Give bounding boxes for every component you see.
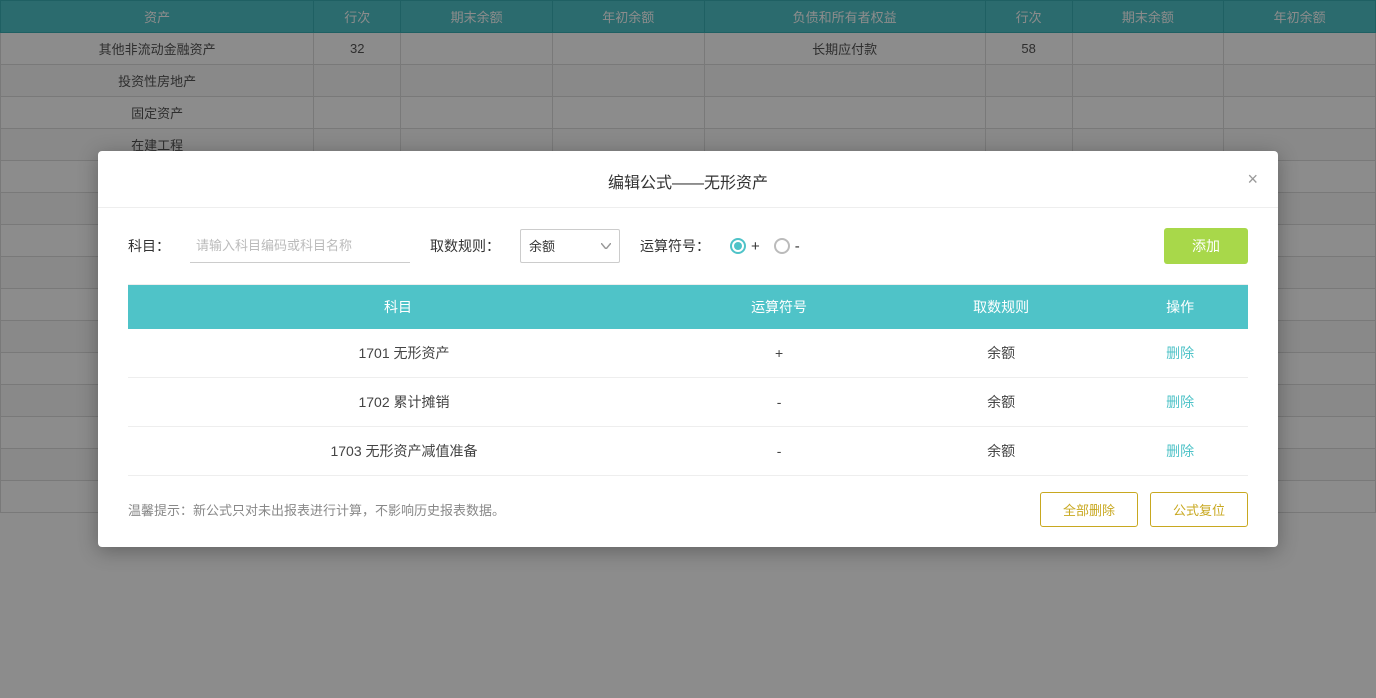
modal-title: 编辑公式——无形资产 — [608, 169, 768, 193]
modal-header: 编辑公式——无形资产 × — [98, 151, 1278, 208]
modal-dialog: 编辑公式——无形资产 × 科目： 取数规则： 余额借方贷方借方发生额贷方发生额 … — [98, 151, 1278, 547]
cell-rule: 余额 — [890, 427, 1112, 476]
formula-table: 科目运算符号取数规则操作 1701 无形资产+余额删除1702 累计摊销-余额删… — [128, 285, 1248, 476]
form-row: 科目： 取数规则： 余额借方贷方借方发生额贷方发生额 运算符号： + - 添加 — [98, 208, 1278, 284]
modal-footer: 温馨提示：新公式只对未出报表进行计算，不影响历史报表数据。 全部删除 公式复位 — [98, 476, 1278, 547]
cell-operator: + — [668, 329, 890, 378]
operator-radio-group: + - — [730, 238, 800, 255]
cell-subject: 1701 无形资产 — [128, 329, 668, 378]
footer-tip: 温馨提示：新公式只对未出报表进行计算，不影响历史报表数据。 — [128, 500, 505, 519]
cell-action: 删除 — [1112, 329, 1248, 378]
operator-minus-option[interactable]: - — [774, 238, 800, 255]
subject-input[interactable] — [190, 229, 410, 263]
add-button[interactable]: 添加 — [1164, 228, 1248, 264]
cell-action: 删除 — [1112, 378, 1248, 427]
cell-rule: 余额 — [890, 329, 1112, 378]
table-row: 1702 累计摊销-余额 删除 — [128, 378, 1248, 427]
table-col-header: 运算符号 — [668, 285, 890, 329]
data-table-wrap: 科目运算符号取数规则操作 1701 无形资产+余额删除1702 累计摊销-余额删… — [98, 285, 1278, 476]
operator-plus-radio[interactable] — [730, 238, 746, 254]
table-row: 1701 无形资产+余额 删除 — [128, 329, 1248, 378]
operator-label: 运算符号： — [640, 236, 710, 256]
operator-minus-label: - — [795, 238, 800, 255]
table-row: 1703 无形资产减值准备-余额 删除 — [128, 427, 1248, 476]
cell-rule: 余额 — [890, 378, 1112, 427]
cell-subject: 1702 累计摊销 — [128, 378, 668, 427]
rule-label: 取数规则： — [430, 236, 500, 256]
delete-row-button[interactable]: 删除 — [1166, 441, 1194, 461]
table-body: 1701 无形资产+余额删除1702 累计摊销-余额删除1703 无形资产减值准… — [128, 329, 1248, 476]
operator-plus-label: + — [751, 238, 760, 255]
rule-select-wrap: 余额借方贷方借方发生额贷方发生额 — [520, 229, 620, 263]
table-col-header: 科目 — [128, 285, 668, 329]
cell-subject: 1703 无形资产减值准备 — [128, 427, 668, 476]
cell-operator: - — [668, 427, 890, 476]
cell-action: 删除 — [1112, 427, 1248, 476]
operator-minus-radio[interactable] — [774, 238, 790, 254]
table-header-row: 科目运算符号取数规则操作 — [128, 285, 1248, 329]
reset-formula-button[interactable]: 公式复位 — [1150, 492, 1248, 527]
cell-operator: - — [668, 378, 890, 427]
rule-select[interactable]: 余额借方贷方借方发生额贷方发生额 — [520, 229, 620, 263]
delete-all-button[interactable]: 全部删除 — [1040, 492, 1138, 527]
table-col-header: 取数规则 — [890, 285, 1112, 329]
close-button[interactable]: × — [1247, 170, 1258, 188]
delete-row-button[interactable]: 删除 — [1166, 343, 1194, 363]
table-col-header: 操作 — [1112, 285, 1248, 329]
subject-label: 科目： — [128, 236, 170, 256]
delete-row-button[interactable]: 删除 — [1166, 392, 1194, 412]
operator-plus-option[interactable]: + — [730, 238, 760, 255]
modal-overlay: 编辑公式——无形资产 × 科目： 取数规则： 余额借方贷方借方发生额贷方发生额 … — [0, 0, 1376, 698]
footer-actions: 全部删除 公式复位 — [1040, 492, 1248, 527]
